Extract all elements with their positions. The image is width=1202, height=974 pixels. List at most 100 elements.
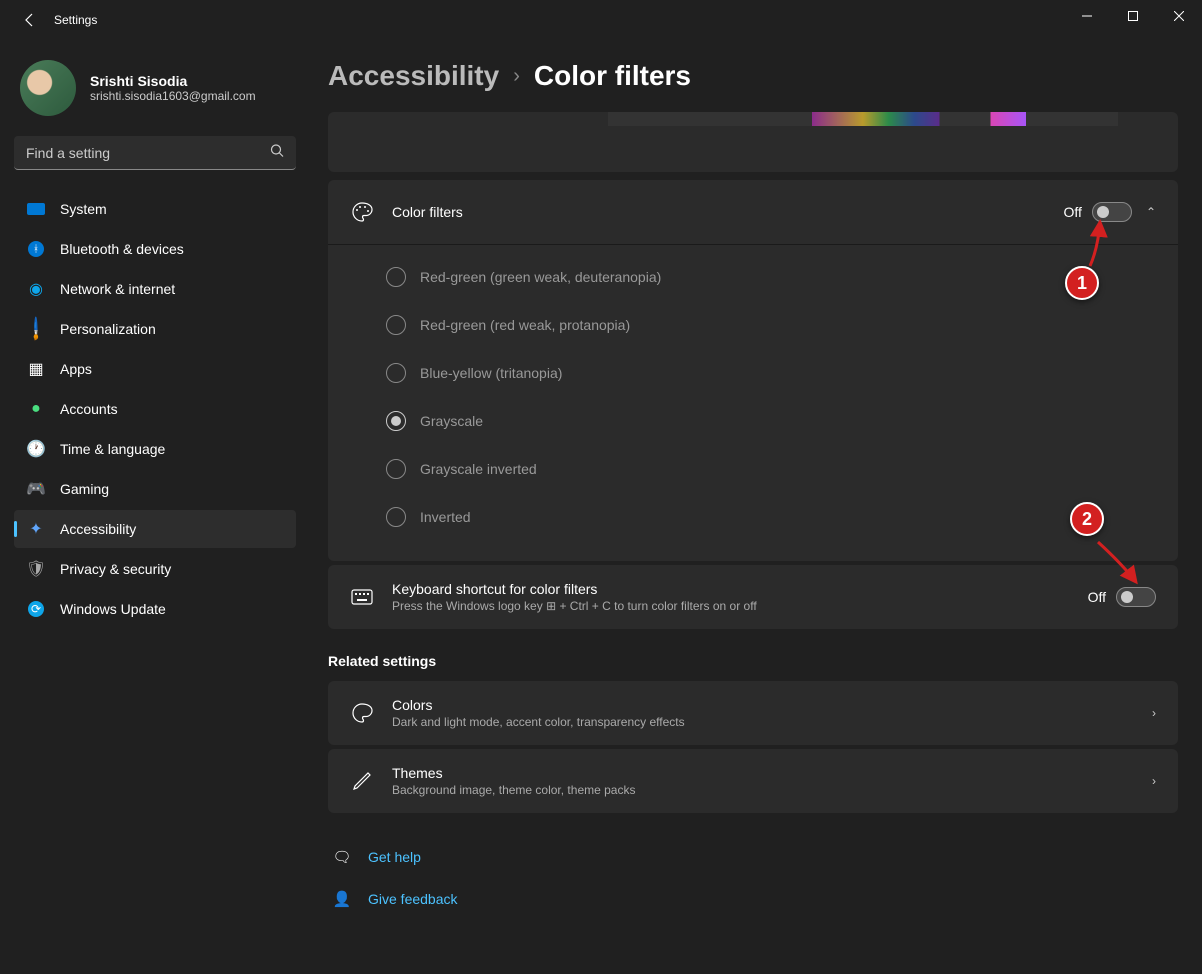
sidebar-item-label: Time & language xyxy=(60,441,165,457)
colors-link-card[interactable]: Colors Dark and light mode, accent color… xyxy=(328,681,1178,745)
search-wrap xyxy=(14,136,296,170)
color-preview-strip xyxy=(608,112,1118,126)
toggle-knob xyxy=(1097,206,1109,218)
annotation-arrow-2 xyxy=(1092,536,1142,586)
minimize-button[interactable] xyxy=(1064,0,1110,32)
chevron-right-icon: › xyxy=(1152,706,1156,720)
sidebar-item-personalization[interactable]: 🖌️Personalization xyxy=(14,310,296,348)
sidebar-item-system[interactable]: System xyxy=(14,190,296,228)
filter-option-tritanopia[interactable]: Blue-yellow (tritanopia) xyxy=(386,349,1156,397)
filter-option-grayscale[interactable]: Grayscale xyxy=(386,397,1156,445)
radio-icon xyxy=(386,459,406,479)
accessibility-icon: ✦ xyxy=(26,519,46,539)
link-title: Colors xyxy=(392,697,1152,713)
card-title: Color filters xyxy=(392,204,1064,220)
sidebar-item-label: Bluetooth & devices xyxy=(60,241,184,257)
main-content: Accessibility › Color filters Color filt… xyxy=(310,40,1202,974)
filter-options-list: Red-green (green weak, deuteranopia) Red… xyxy=(328,244,1178,561)
profile-block[interactable]: Srishti Sisodia srishti.sisodia1603@gmai… xyxy=(14,60,296,116)
sidebar-item-update[interactable]: ⟳ Windows Update xyxy=(14,590,296,628)
sidebar-item-accounts[interactable]: ● Accounts xyxy=(14,390,296,428)
radio-icon xyxy=(386,363,406,383)
radio-icon xyxy=(386,411,406,431)
sidebar-item-time[interactable]: 🕐Time & language xyxy=(14,430,296,468)
filter-option-inverted[interactable]: Inverted xyxy=(386,493,1156,541)
sidebar-item-label: Windows Update xyxy=(60,601,166,617)
minimize-icon xyxy=(1082,11,1092,21)
link-title: Themes xyxy=(392,765,1152,781)
page-title: Color filters xyxy=(534,60,691,92)
sidebar-item-accessibility[interactable]: ✦ Accessibility xyxy=(14,510,296,548)
color-filters-card: Color filters Off ⌃ Red-green (green wea… xyxy=(328,180,1178,561)
sidebar-item-network[interactable]: ◉ Network & internet xyxy=(14,270,296,308)
sidebar: Srishti Sisodia srishti.sisodia1603@gmai… xyxy=(0,40,310,974)
breadcrumb-parent[interactable]: Accessibility xyxy=(328,60,499,92)
give-feedback-link[interactable]: Give feedback xyxy=(368,891,458,907)
update-icon: ⟳ xyxy=(26,599,46,619)
palette-icon xyxy=(350,200,374,224)
related-settings-heading: Related settings xyxy=(328,653,1178,669)
sidebar-item-label: Gaming xyxy=(60,481,109,497)
link-subtitle: Dark and light mode, accent color, trans… xyxy=(392,715,1152,729)
gamepad-icon: 🎮 xyxy=(26,479,46,499)
shield-icon: 🛡 xyxy=(26,559,46,579)
arrow-left-icon xyxy=(22,12,38,28)
maximize-icon xyxy=(1128,11,1138,21)
feedback-icon: 👤 xyxy=(330,890,354,908)
wifi-icon: ◉ xyxy=(26,279,46,299)
color-filters-header[interactable]: Color filters Off ⌃ xyxy=(328,180,1178,244)
brush-icon: 🖌️ xyxy=(22,315,50,343)
sidebar-item-label: Accounts xyxy=(60,401,118,417)
radio-label: Grayscale xyxy=(420,413,483,429)
radio-label: Blue-yellow (tritanopia) xyxy=(420,365,562,381)
maximize-button[interactable] xyxy=(1110,0,1156,32)
filter-option-grayscale-inverted[interactable]: Grayscale inverted xyxy=(386,445,1156,493)
give-feedback-row[interactable]: 👤 Give feedback xyxy=(328,881,1178,917)
sidebar-item-apps[interactable]: ▦ Apps xyxy=(14,350,296,388)
keyboard-shortcut-card[interactable]: Keyboard shortcut for color filters Pres… xyxy=(328,565,1178,629)
close-button[interactable] xyxy=(1156,0,1202,32)
card-subtitle: Press the Windows logo key ⊞ + Ctrl + C … xyxy=(392,599,1088,613)
chevron-right-icon: › xyxy=(1152,774,1156,788)
sidebar-item-gaming[interactable]: 🎮 Gaming xyxy=(14,470,296,508)
radio-icon xyxy=(386,267,406,287)
sidebar-item-label: Accessibility xyxy=(60,521,136,537)
link-subtitle: Background image, theme color, theme pac… xyxy=(392,783,1152,797)
palette-icon xyxy=(350,702,374,724)
toggle-knob xyxy=(1121,591,1133,603)
apps-icon: ▦ xyxy=(26,359,46,379)
sidebar-item-bluetooth[interactable]: ᚼ Bluetooth & devices xyxy=(14,230,296,268)
radio-icon xyxy=(386,507,406,527)
sidebar-item-privacy[interactable]: 🛡Privacy & security xyxy=(14,550,296,588)
themes-link-card[interactable]: Themes Background image, theme color, th… xyxy=(328,749,1178,813)
annotation-badge-2: 2 xyxy=(1070,502,1104,536)
nav-list: System ᚼ Bluetooth & devices ◉ Network & i… xyxy=(14,190,296,628)
close-icon xyxy=(1174,11,1184,21)
radio-label: Inverted xyxy=(420,509,471,525)
radio-icon xyxy=(386,315,406,335)
toggle-state-label: Off xyxy=(1088,589,1106,605)
filter-option-protanopia[interactable]: Red-green (red weak, protanopia) xyxy=(386,301,1156,349)
bluetooth-icon: ᚼ xyxy=(26,239,46,259)
profile-name: Srishti Sisodia xyxy=(90,73,256,89)
person-icon: ● xyxy=(26,399,46,419)
radio-label: Grayscale inverted xyxy=(420,461,537,477)
search-input[interactable] xyxy=(14,136,296,170)
sidebar-item-label: Network & internet xyxy=(60,281,175,297)
sidebar-item-label: System xyxy=(60,201,107,217)
sidebar-item-label: Apps xyxy=(60,361,92,377)
get-help-link[interactable]: Get help xyxy=(368,849,421,865)
radio-label: Red-green (green weak, deuteranopia) xyxy=(420,269,661,285)
breadcrumb: Accessibility › Color filters xyxy=(328,60,1178,92)
radio-label: Red-green (red weak, protanopia) xyxy=(420,317,630,333)
annotation-arrow-1 xyxy=(1080,218,1110,268)
annotation-badge-1: 1 xyxy=(1065,266,1099,300)
titlebar: Settings xyxy=(0,0,1202,40)
back-button[interactable] xyxy=(20,10,40,30)
search-icon xyxy=(270,144,284,163)
get-help-row[interactable]: 🗨 Get help xyxy=(328,839,1178,875)
avatar xyxy=(20,60,76,116)
keyboard-shortcut-toggle[interactable] xyxy=(1116,587,1156,607)
filter-option-deuteranopia[interactable]: Red-green (green weak, deuteranopia) xyxy=(386,253,1156,301)
profile-email: srishti.sisodia1603@gmail.com xyxy=(90,89,256,103)
